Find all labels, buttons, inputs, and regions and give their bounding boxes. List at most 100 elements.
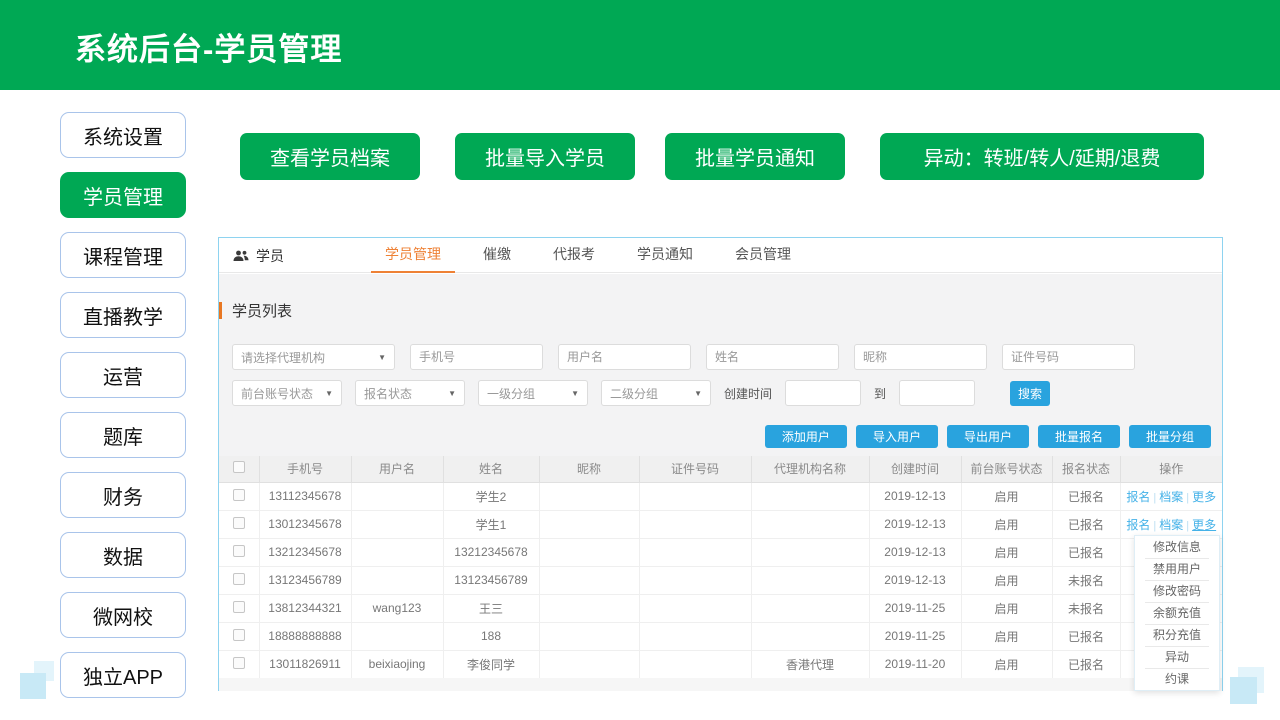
page-title: 系统后台-学员管理 xyxy=(75,24,342,69)
cell-account-status: 启用 xyxy=(961,650,1052,678)
row-checkbox[interactable] xyxy=(233,545,245,557)
cell-enroll-status: 已报名 xyxy=(1052,622,1120,650)
filter-select[interactable]: 一级分组 ▼ xyxy=(478,380,588,406)
select-all-checkbox[interactable] xyxy=(233,461,245,473)
cell-name: 学生1 xyxy=(443,510,539,538)
column-header: 代理机构名称 xyxy=(751,456,869,482)
cell-id-number xyxy=(639,622,751,650)
search-btn-wrap: 搜索 xyxy=(1010,381,1050,406)
row-action-报名[interactable]: 报名 xyxy=(1126,518,1150,532)
row-checkbox[interactable] xyxy=(233,517,245,529)
filter-select[interactable]: 二级分组▼ xyxy=(601,380,711,406)
search-button[interactable]: 搜索 xyxy=(1010,381,1050,406)
quick-action-button[interactable]: 批量导入学员 xyxy=(455,133,635,180)
row-action-档案[interactable]: 档案 xyxy=(1159,490,1183,504)
cell-created: 2019-12-13 xyxy=(869,482,961,510)
filter-input[interactable] xyxy=(854,344,987,370)
cell-agency xyxy=(751,594,869,622)
cell-phone: 13011826911 xyxy=(259,650,351,678)
cell-phone: 13112345678 xyxy=(259,482,351,510)
app-header: 系统后台-学员管理 xyxy=(0,0,1280,90)
row-action-更多[interactable]: 更多 xyxy=(1192,490,1216,504)
row-action-档案[interactable]: 档案 xyxy=(1159,518,1183,532)
sidebar-item-微网校[interactable]: 微网校 xyxy=(60,592,186,638)
menu-item-异动[interactable]: 异动 xyxy=(1135,646,1219,668)
filter-input[interactable] xyxy=(558,344,691,370)
select-placeholder: 前台账号状态 xyxy=(241,385,313,402)
action-separator: | xyxy=(1186,520,1189,532)
row-checkbox[interactable] xyxy=(233,601,245,613)
row-checkbox-cell xyxy=(219,594,259,622)
filter-select[interactable]: 报名状态▼ xyxy=(355,380,465,406)
sidebar-item-独立APP[interactable]: 独立APP xyxy=(60,652,186,698)
tab-学员通知[interactable]: 学员通知 xyxy=(623,238,707,273)
cell-enroll-status: 未报名 xyxy=(1052,594,1120,622)
cell-name: 13123456789 xyxy=(443,566,539,594)
cell-username: beixiaojing xyxy=(351,650,443,678)
cell-name: 188 xyxy=(443,622,539,650)
sidebar-item-题库[interactable]: 题库 xyxy=(60,412,186,458)
select-placeholder: 一级分组 xyxy=(487,385,535,402)
caret-down-icon: ▼ xyxy=(448,389,456,398)
action-separator: | xyxy=(1186,492,1189,504)
filter-select[interactable]: 前台账号状态▼ xyxy=(232,380,342,406)
bulk-action-button[interactable]: 添加用户 xyxy=(765,425,847,448)
tab-会员管理[interactable]: 会员管理 xyxy=(721,238,805,273)
row-checkbox[interactable] xyxy=(233,657,245,669)
sidebar-item-系统设置[interactable]: 系统设置 xyxy=(60,112,186,158)
row-checkbox-cell xyxy=(219,622,259,650)
bulk-action-button[interactable]: 导入用户 xyxy=(856,425,938,448)
sidebar-item-学员管理[interactable]: 学员管理 xyxy=(60,172,186,218)
filter-input[interactable] xyxy=(1002,344,1135,370)
row-action-更多[interactable]: 更多 xyxy=(1192,518,1216,532)
cell-nickname xyxy=(539,566,639,594)
cell-username xyxy=(351,538,443,566)
cell-created: 2019-12-13 xyxy=(869,510,961,538)
cell-phone: 13012345678 xyxy=(259,510,351,538)
menu-item-积分充值[interactable]: 积分充值 xyxy=(1135,624,1219,646)
quick-action-button[interactable]: 批量学员通知 xyxy=(665,133,845,180)
row-checkbox[interactable] xyxy=(233,573,245,585)
menu-item-修改密码[interactable]: 修改密码 xyxy=(1135,580,1219,602)
menu-item-约课[interactable]: 约课 xyxy=(1135,668,1219,690)
cell-created: 2019-11-25 xyxy=(869,594,961,622)
quick-action-button[interactable]: 查看学员档案 xyxy=(240,133,420,180)
tabs: 学员管理催缴代报考学员通知会员管理 xyxy=(371,238,819,273)
panel-tab-bar: 学员 学员管理催缴代报考学员通知会员管理 xyxy=(219,238,1222,273)
cell-username xyxy=(351,510,443,538)
date-from-input[interactable] xyxy=(785,380,861,406)
student-management-panel: 学员 学员管理催缴代报考学员通知会员管理 学员列表 请选择代理机构▼ 前台账号状… xyxy=(218,237,1223,691)
row-checkbox[interactable] xyxy=(233,489,245,501)
cell-username xyxy=(351,622,443,650)
sidebar-item-财务[interactable]: 财务 xyxy=(60,472,186,518)
sidebar-item-运营[interactable]: 运营 xyxy=(60,352,186,398)
bulk-action-button[interactable]: 批量报名 xyxy=(1038,425,1120,448)
caret-down-icon: ▼ xyxy=(378,353,386,362)
cell-actions: 报名|档案|更多 xyxy=(1120,482,1222,510)
tab-学员管理[interactable]: 学员管理 xyxy=(371,238,455,273)
cell-id-number xyxy=(639,510,751,538)
cell-account-status: 启用 xyxy=(961,482,1052,510)
quick-action-button[interactable]: 异动：转班/转人/延期/退费 xyxy=(880,133,1204,180)
bulk-action-button[interactable]: 批量分组 xyxy=(1129,425,1211,448)
row-checkbox[interactable] xyxy=(233,629,245,641)
sidebar-item-课程管理[interactable]: 课程管理 xyxy=(60,232,186,278)
cell-agency: 香港代理 xyxy=(751,650,869,678)
filter-input[interactable] xyxy=(410,344,543,370)
module-label: 学员 xyxy=(233,238,284,273)
sidebar-item-直播教学[interactable]: 直播教学 xyxy=(60,292,186,338)
row-checkbox-cell xyxy=(219,482,259,510)
row-action-报名[interactable]: 报名 xyxy=(1126,490,1150,504)
bulk-action-button[interactable]: 导出用户 xyxy=(947,425,1029,448)
menu-item-禁用用户[interactable]: 禁用用户 xyxy=(1135,558,1219,580)
date-to-input[interactable] xyxy=(899,380,975,406)
sidebar-item-数据[interactable]: 数据 xyxy=(60,532,186,578)
cell-name: 13212345678 xyxy=(443,538,539,566)
tab-催缴[interactable]: 催缴 xyxy=(469,238,525,273)
agency-select[interactable]: 请选择代理机构▼ xyxy=(232,344,395,370)
tab-代报考[interactable]: 代报考 xyxy=(539,238,609,273)
filter-input[interactable] xyxy=(706,344,839,370)
caret-down-icon: ▼ xyxy=(571,389,579,398)
menu-item-余额充值[interactable]: 余额充值 xyxy=(1135,602,1219,624)
menu-item-修改信息[interactable]: 修改信息 xyxy=(1135,536,1219,558)
